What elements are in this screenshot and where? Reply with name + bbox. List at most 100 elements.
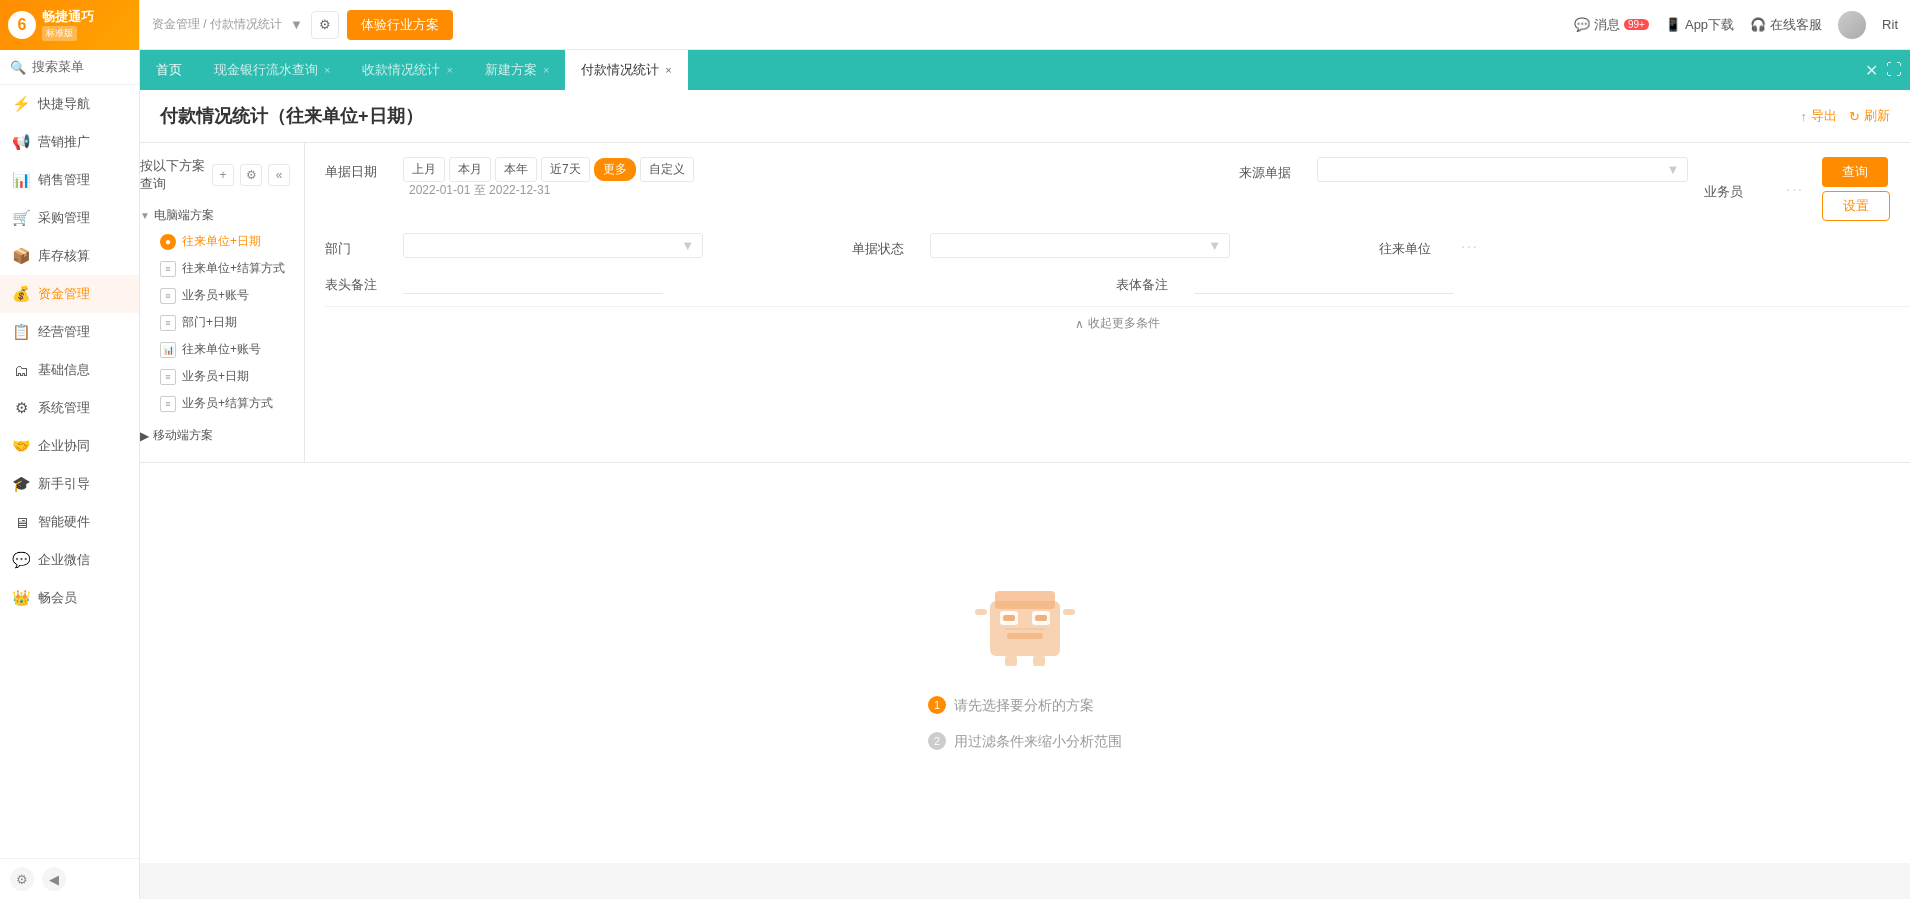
sidebar-item-purchase[interactable]: 🛒 采购管理 (0, 199, 139, 237)
sidebar-settings-btn[interactable]: ⚙ (10, 867, 34, 891)
sidebar-item-quick-nav[interactable]: ⚡ 快捷导航 (0, 85, 139, 123)
sidebar-item-basic-info[interactable]: 🗂 基础信息 (0, 351, 139, 389)
messages-btn[interactable]: 💬 消息 99+ (1574, 16, 1649, 34)
breadcrumb: 资金管理 / 付款情况统计 (152, 16, 282, 33)
svg-rect-1 (995, 591, 1055, 609)
date-range-start: 2022-01-01 (409, 183, 470, 197)
step1-text: 请先选择要分析的方案 (954, 691, 1094, 719)
sidebar-item-enterprise[interactable]: 🤝 企业协同 (0, 427, 139, 465)
tab-home[interactable]: 首页 (140, 50, 198, 90)
sidebar-item-operations[interactable]: 📋 经营管理 (0, 313, 139, 351)
bill-status-select[interactable]: ▼ (930, 233, 1230, 258)
export-btn[interactable]: ↑ 导出 (1801, 107, 1838, 125)
sidebar-item-capital[interactable]: 💰 资金管理 (0, 275, 139, 313)
topbar-right: 💬 消息 99+ 📱 App下载 🎧 在线客服 Rit (1574, 11, 1898, 39)
table-body-input[interactable] (1194, 271, 1454, 294)
svg-rect-5 (1035, 615, 1047, 621)
this-year-btn[interactable]: 本年 (495, 157, 537, 182)
enterprise-icon: 🤝 (12, 437, 30, 455)
collapse-more-btn[interactable]: ∧ 收起更多条件 (325, 306, 1910, 340)
messages-label: 消息 (1594, 16, 1620, 34)
cash-flow-tab-close[interactable]: × (324, 64, 330, 76)
sidebar-item-inventory[interactable]: 📦 库存核算 (0, 237, 139, 275)
breadcrumb-dropdown-icon[interactable]: ▼ (290, 17, 303, 32)
table-header-input[interactable] (403, 271, 663, 294)
tab-receivables[interactable]: 收款情况统计 × (346, 50, 468, 90)
search-menu[interactable]: 🔍 搜索菜单 (0, 50, 139, 85)
staff-dots-btn[interactable]: ··· (1786, 181, 1804, 197)
sidebar-item-sales[interactable]: 📊 销售管理 (0, 161, 139, 199)
query-btn[interactable]: 查询 (1822, 157, 1888, 187)
custom-date-btn[interactable]: 自定义 (640, 157, 694, 182)
scheme-staff-settle[interactable]: ≡ 业务员+结算方式 (156, 390, 290, 417)
payables-tab-close[interactable]: × (665, 64, 671, 76)
refresh-btn[interactable]: ↻ 刷新 (1849, 107, 1890, 125)
receivables-tab-close[interactable]: × (446, 64, 452, 76)
new-scheme-tab-close[interactable]: × (543, 64, 549, 76)
sidebar-item-label: 经营管理 (38, 323, 90, 341)
desktop-section-label: 电脑端方案 (154, 207, 214, 224)
sidebar-item-hardware[interactable]: 🖥 智能硬件 (0, 503, 139, 541)
robot-svg (965, 571, 1085, 671)
search-icon: 🔍 (10, 60, 26, 75)
user-name[interactable]: Rit (1882, 17, 1898, 32)
filter-scheme-sidebar: 按以下方案查询 + ⚙ « (140, 143, 305, 462)
app-download-btn[interactable]: 📱 App下载 (1665, 16, 1734, 34)
scheme-unit-settle[interactable]: ≡ 往来单位+结算方式 (156, 255, 290, 282)
sidebar-item-system[interactable]: ⚙ 系统管理 (0, 389, 139, 427)
desktop-scheme-section: ▼ 电脑端方案 ● 往来单位+日期 ≡ 往来单位+结算方式 (140, 203, 290, 417)
app-name: 畅捷通巧 (42, 9, 94, 25)
table-header-group: 表头备注 (325, 270, 1100, 294)
logo-icon: 6 (8, 11, 36, 39)
this-month-btn[interactable]: 本月 (449, 157, 491, 182)
tab-fullscreen-icon[interactable]: ⛶ (1886, 61, 1902, 79)
tab-close-all-icon[interactable]: ✕ (1865, 61, 1878, 80)
scheme-settings-btn[interactable]: ⚙ (240, 164, 262, 186)
date-range-separator: 至 (474, 183, 489, 197)
topbar-settings-icon[interactable]: ⚙ (311, 11, 339, 39)
scheme-unit-account[interactable]: 📊 往来单位+账号 (156, 336, 290, 363)
scheme-staff-date[interactable]: ≡ 业务员+日期 (156, 363, 290, 390)
export-icon: ↑ (1801, 109, 1808, 124)
sidebar-item-marketing[interactable]: 📢 营销推广 (0, 123, 139, 161)
sales-icon: 📊 (12, 171, 30, 189)
content: 付款情况统计（往来单位+日期） ↑ 导出 ↻ 刷新 (140, 90, 1910, 899)
sidebar-nav: ⚡ 快捷导航 📢 营销推广 📊 销售管理 🛒 采购管理 📦 库存核算 💰 (0, 85, 139, 858)
sidebar-collapse-btn[interactable]: ◀ (42, 867, 66, 891)
last-month-btn[interactable]: 上月 (403, 157, 445, 182)
refresh-label: 刷新 (1864, 107, 1890, 125)
add-scheme-btn[interactable]: + (212, 164, 234, 186)
bill-status-label: 单据状态 (852, 234, 922, 258)
scheme-collapse-btn[interactable]: « (268, 164, 290, 186)
partner-label: 往来单位 (1379, 234, 1449, 258)
settings-btn[interactable]: 设置 (1822, 191, 1890, 221)
tab-cash-flow[interactable]: 现金银行流水查询 × (198, 50, 346, 90)
sidebar-item-guide[interactable]: 🎓 新手引导 (0, 465, 139, 503)
dept-arrow: ▼ (681, 238, 694, 253)
scheme-dept-date[interactable]: ≡ 部门+日期 (156, 309, 290, 336)
last-7days-btn[interactable]: 近7天 (541, 157, 590, 182)
service-icon: 🎧 (1750, 17, 1766, 32)
desktop-scheme-header[interactable]: ▼ 电脑端方案 (140, 203, 290, 228)
add-icon: + (219, 168, 226, 182)
mobile-scheme-header[interactable]: ▶ 移动端方案 (140, 423, 290, 448)
trial-btn[interactable]: 体验行业方案 (347, 10, 453, 40)
sidebar-item-member[interactable]: 👑 畅会员 (0, 579, 139, 617)
basic-info-icon: 🗂 (12, 361, 30, 379)
operations-icon: 📋 (12, 323, 30, 341)
mobile-scheme-section: ▶ 移动端方案 (140, 423, 290, 448)
scheme-unit-date[interactable]: ● 往来单位+日期 (156, 228, 290, 255)
cash-flow-tab-label: 现金银行流水查询 (214, 61, 318, 79)
partner-dots-btn[interactable]: ··· (1461, 238, 1479, 254)
dept-select[interactable]: ▼ (403, 233, 703, 258)
empty-text: 1 请先选择要分析的方案 2 用过滤条件来缩小分析范围 (928, 691, 1122, 755)
more-dates-btn[interactable]: 更多 (594, 158, 636, 181)
source-bill-select[interactable]: ▼ (1317, 157, 1688, 182)
sidebar-item-wechat[interactable]: 💬 企业微信 (0, 541, 139, 579)
mobile-section-label: 移动端方案 (153, 427, 213, 444)
tab-payables[interactable]: 付款情况统计 × (565, 50, 687, 90)
tab-new-scheme[interactable]: 新建方案 × (469, 50, 565, 90)
scheme-staff-account[interactable]: ≡ 业务员+账号 (156, 282, 290, 309)
online-service-btn[interactable]: 🎧 在线客服 (1750, 16, 1822, 34)
unit-account-icon: 📊 (160, 342, 176, 358)
